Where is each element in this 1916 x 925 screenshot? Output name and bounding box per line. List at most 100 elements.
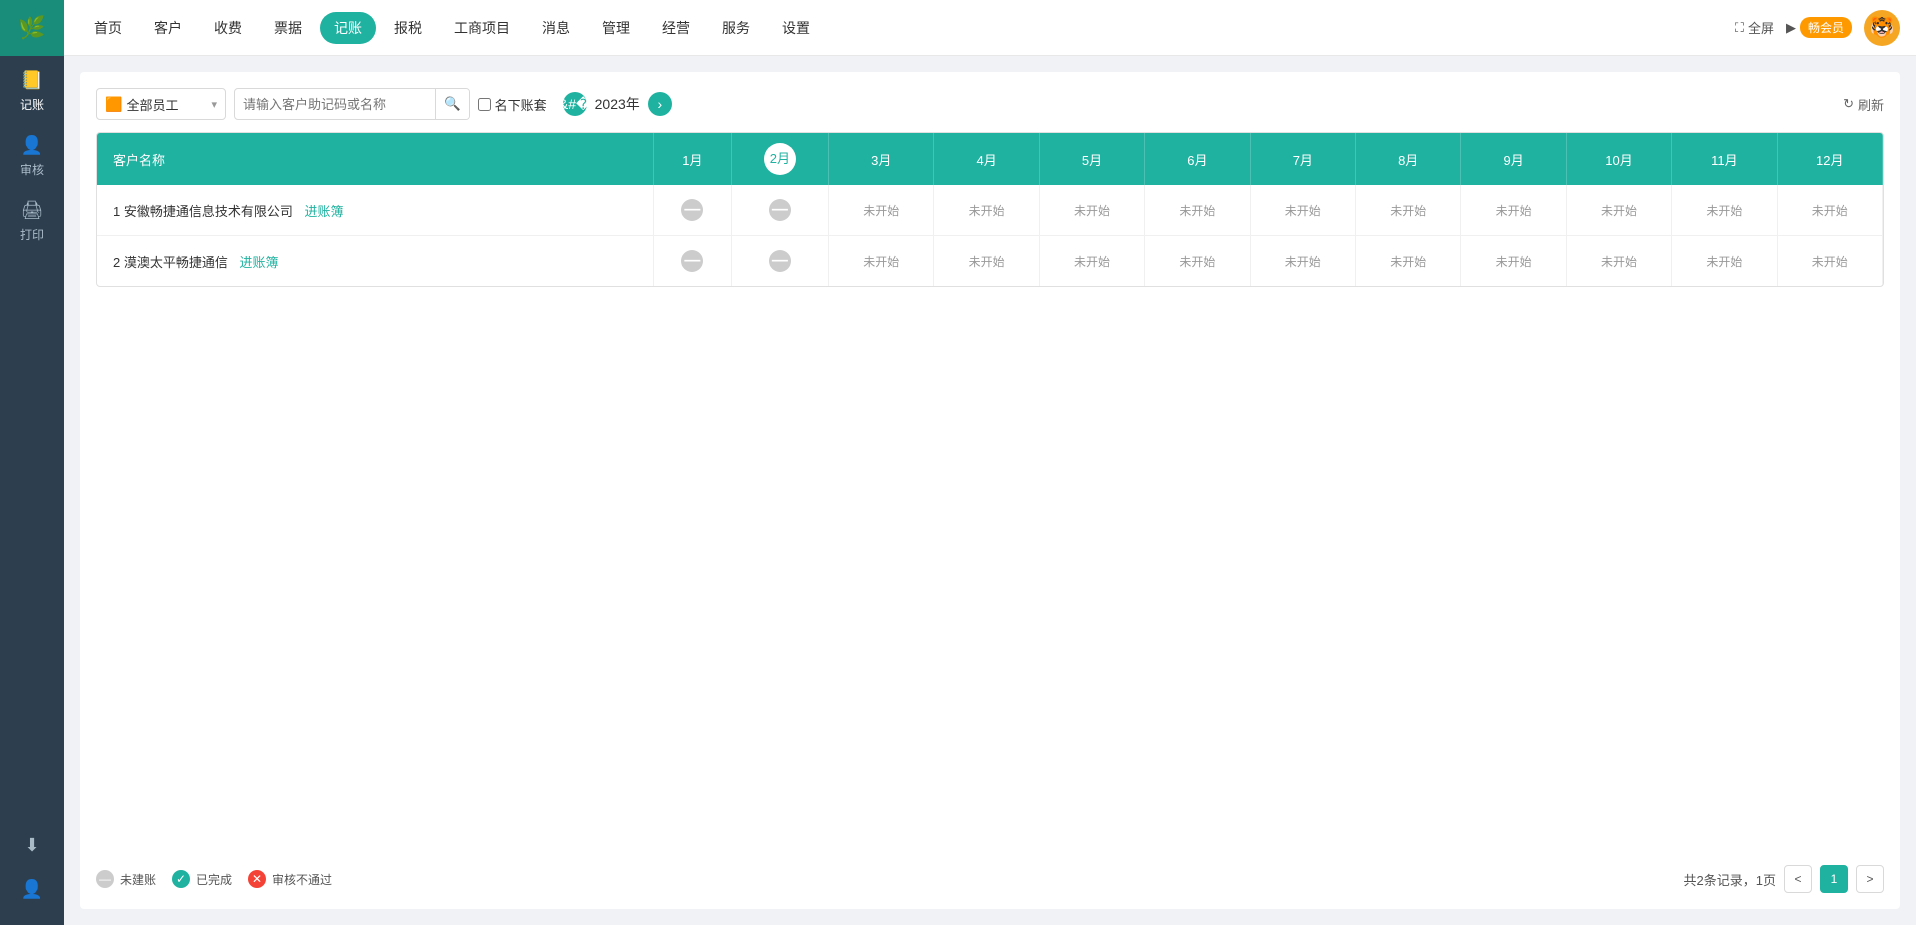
row1-month-5: 未开始 [1039,185,1144,236]
completed-icon: ✓ [172,870,190,888]
row2-month-10: 未开始 [1566,236,1671,287]
legend-not-created: — 未建账 [96,870,156,888]
nav-bizitems[interactable]: 工商项目 [440,12,524,44]
nav-clients[interactable]: 客户 [140,12,196,44]
row1-month-3: 未开始 [829,185,934,236]
not-created-label: 未建账 [120,871,156,888]
topnav-right: ⛶ 全屏 ▶ 畅会员 🐯 [1735,10,1900,46]
nav-billing[interactable]: 收费 [200,12,256,44]
user-icon: 👤 [20,877,44,901]
search-input[interactable] [235,97,435,112]
col-month-7: 7月 [1250,133,1355,185]
row1-month-11: 未开始 [1672,185,1777,236]
rejected-label: 审核不通过 [272,871,332,888]
fullscreen-icon: ⛶ [1735,20,1744,36]
fullscreen-button[interactable]: ⛶ 全屏 [1735,18,1774,37]
next-page-button[interactable]: > [1856,865,1884,893]
avatar[interactable]: 🐯 [1864,10,1900,46]
col-month-11: 11月 [1672,133,1777,185]
table-row: 2 漠澳太平畅捷通信 进账簿 — — 未开始 未开始 未开始 未开始 未开始 未… [97,236,1883,287]
download-icon: ⬇ [20,833,44,857]
nav-settings[interactable]: 设置 [768,12,824,44]
main-card: 🟧 全部员工 ▾ 🔍 名下账套 &#� 2023年 › [80,72,1900,909]
row2-enter-book-link[interactable]: 进账簿 [239,255,278,270]
col-month-10: 10月 [1566,133,1671,185]
bookkeeping-icon: 📒 [20,68,44,92]
row2-month-6: 未开始 [1145,236,1250,287]
prev-year-button[interactable]: &#� [563,92,587,116]
row1-month-7: 未开始 [1250,185,1355,236]
employee-select[interactable]: 🟧 全部员工 ▾ [96,88,226,120]
nav-messages[interactable]: 消息 [528,12,584,44]
vip-badge: 畅会员 [1800,17,1852,38]
table-row: 1 安徽畅捷通信息技术有限公司 进账簿 — — 未开始 未开始 未开始 未开始 … [97,185,1883,236]
vip-icon: ▶ [1786,20,1796,36]
sidebar-item-audit[interactable]: 👤 审核 [0,121,64,186]
row2-month-12: 未开始 [1777,236,1882,287]
nav-tax[interactable]: 报税 [380,12,436,44]
my-accounts-checkbox-label[interactable]: 名下账套 [478,95,547,114]
current-page-button[interactable]: 1 [1820,865,1848,893]
row1-month-10: 未开始 [1566,185,1671,236]
nav-bookkeeping[interactable]: 记账 [320,12,376,44]
row1-month-12: 未开始 [1777,185,1882,236]
row2-month-7: 未开始 [1250,236,1355,287]
employee-select-icon: 🟧 [105,96,122,113]
sidebar-bottom: ⬇ 👤 [0,821,64,925]
col-month-6: 6月 [1145,133,1250,185]
row1-month-4: 未开始 [934,185,1039,236]
row1-client-name: 1 安徽畅捷通信息技术有限公司 进账簿 [97,185,654,236]
main-area: 首页 客户 收费 票据 记账 报税 工商项目 消息 管理 经营 服务 设置 ⛶ … [64,0,1916,925]
nav-home[interactable]: 首页 [80,12,136,44]
row1-month-2: — [731,185,828,236]
header-row: 客户名称 1月 2月 3月 4月 5月 6月 7月 8月 [97,133,1883,185]
refresh-icon: ↻ [1843,96,1854,112]
sidebar: 🌿 📒 记账 👤 审核 🖨 打印 ⬇ 👤 [0,0,64,925]
row1-month-8: 未开始 [1356,185,1461,236]
dash-icon: — [681,199,703,221]
next-year-button[interactable]: › [648,92,672,116]
vip-button[interactable]: ▶ 畅会员 [1786,17,1852,38]
legend-completed: ✓ 已完成 [172,870,232,888]
table-body: 1 安徽畅捷通信息技术有限公司 进账簿 — — 未开始 未开始 未开始 未开始 … [97,185,1883,286]
completed-label: 已完成 [196,871,232,888]
nav-services[interactable]: 服务 [708,12,764,44]
nav-management[interactable]: 管理 [588,12,644,44]
sidebar-item-download[interactable]: ⬇ [0,821,64,865]
col-month-8: 8月 [1356,133,1461,185]
row2-month-4: 未开始 [934,236,1039,287]
footer: — 未建账 ✓ 已完成 ✕ 审核不通过 共2条记录，1页 < 1 > [96,865,1884,893]
prev-page-button[interactable]: < [1784,865,1812,893]
search-input-wrap: 🔍 [234,88,470,120]
refresh-label: 刷新 [1858,95,1884,114]
nav-invoices[interactable]: 票据 [260,12,316,44]
my-accounts-checkbox[interactable] [478,98,491,111]
col-month-3: 3月 [829,133,934,185]
col-month-5: 5月 [1039,133,1144,185]
refresh-button[interactable]: ↻ 刷新 [1843,95,1884,114]
row1-month-1: — [654,185,732,236]
pagination: 共2条记录，1页 < 1 > [1684,865,1884,893]
table-header: 客户名称 1月 2月 3月 4月 5月 6月 7月 8月 [97,133,1883,185]
sidebar-item-print[interactable]: 🖨 打印 [0,186,64,251]
rejected-icon: ✕ [248,870,266,888]
sidebar-item-bookkeeping[interactable]: 📒 记账 [0,56,64,121]
row2-month-3: 未开始 [829,236,934,287]
col-client-name: 客户名称 [97,133,654,185]
sidebar-item-user[interactable]: 👤 [0,865,64,909]
sidebar-label-audit: 审核 [20,161,44,178]
dash-icon: — [769,250,791,272]
search-button[interactable]: 🔍 [435,89,469,119]
col-month-1: 1月 [654,133,732,185]
app-logo: 🌿 [0,0,64,56]
row2-client-name: 2 漠澳太平畅捷通信 进账簿 [97,236,654,287]
sidebar-label-print: 打印 [20,226,44,243]
accounts-table: 客户名称 1月 2月 3月 4月 5月 6月 7月 8月 [96,132,1884,287]
dash-icon: — [681,250,703,272]
nav-operations[interactable]: 经营 [648,12,704,44]
year-display: 2023年 [595,94,640,114]
avatar-emoji: 🐯 [1870,15,1895,40]
row1-enter-book-link[interactable]: 进账簿 [304,204,343,219]
not-created-icon: — [96,870,114,888]
row2-month-1: — [654,236,732,287]
